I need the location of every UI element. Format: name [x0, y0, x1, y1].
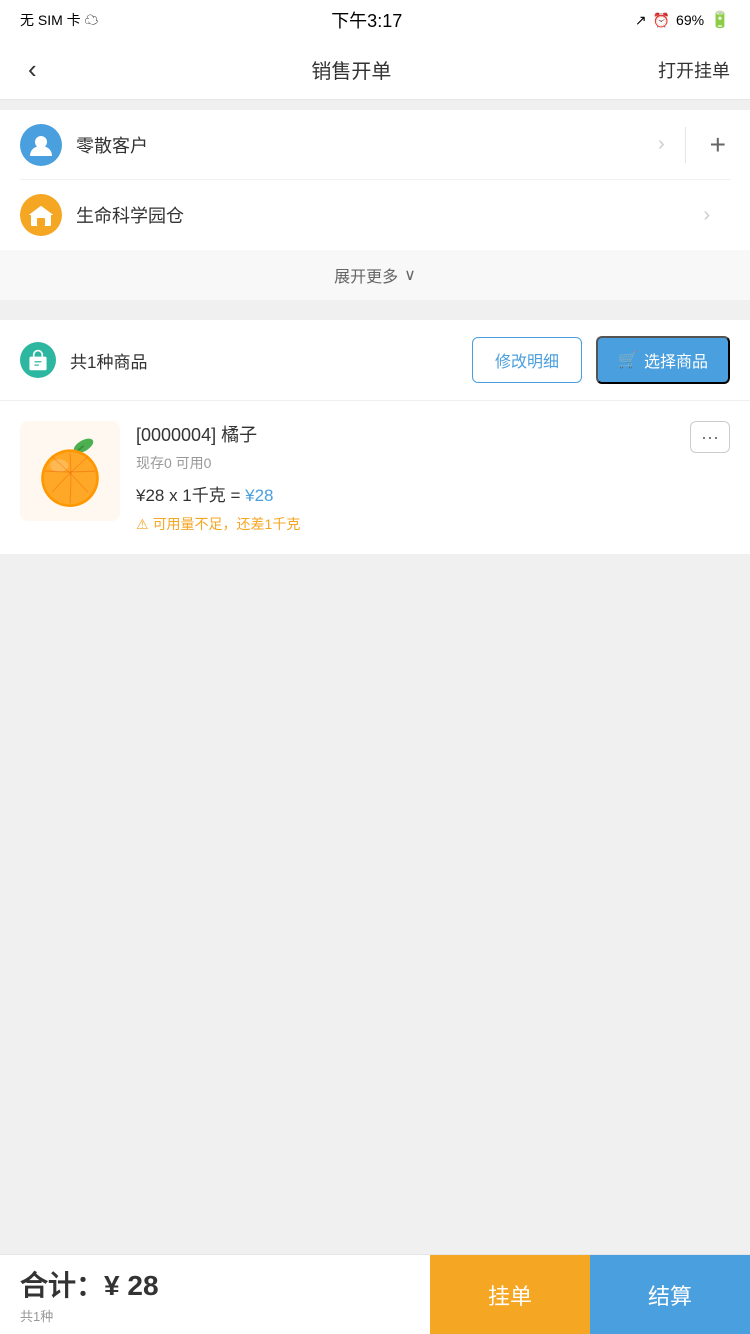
total-value: ¥ 28	[104, 1270, 159, 1301]
bottom-spacer	[0, 954, 750, 1034]
hang-order-button[interactable]: 挂单	[430, 1255, 590, 1334]
customer-row[interactable]: 零散客户 › +	[20, 110, 730, 180]
bottom-bar: 合计：¥ 28 共1种 挂单 结算	[0, 1254, 750, 1334]
select-product-label: 选择商品	[644, 348, 708, 372]
expand-more-icon: ∨	[404, 265, 416, 285]
status-bar: 无 SIM 卡 ☁ 下午3:17 ↗ ⏰ 69% 🔋	[0, 0, 750, 40]
product-info: [0000004] 橘子 现存0 可用0 ¥28 x 1千克 = ¥28 ⚠ 可…	[136, 421, 674, 534]
warehouse-row[interactable]: 生命科学园仓 ›	[20, 180, 730, 250]
product-warning: ⚠ 可用量不足，还差1千克	[136, 514, 674, 534]
total-section: 合计：¥ 28 共1种	[0, 1264, 430, 1325]
customer-avatar-icon	[28, 132, 54, 158]
modify-detail-button[interactable]: 修改明细	[472, 337, 582, 383]
alarm-icon: ⏰	[653, 12, 670, 29]
total-label: 合计：	[20, 1270, 104, 1301]
warehouse-icon	[20, 194, 62, 236]
page-title: 销售开单	[311, 55, 391, 84]
product-price: ¥28 x 1千克 = ¥28	[136, 481, 674, 506]
customer-section: 零散客户 › +	[0, 110, 750, 180]
battery-text: 69%	[676, 12, 704, 28]
warning-text: 可用量不足，还差1千克	[153, 514, 301, 534]
expand-more-button[interactable]: 展开更多 ∨	[0, 250, 750, 300]
battery-icon: 🔋	[710, 10, 730, 30]
product-count-icon	[20, 342, 56, 378]
select-product-button[interactable]: 🛒 选择商品	[596, 336, 730, 384]
no-sim-text: 无 SIM 卡 ☁	[20, 10, 99, 30]
more-options-button[interactable]: ···	[690, 421, 730, 453]
warehouse-section: 生命科学园仓 ›	[0, 180, 750, 250]
warehouse-chevron-icon: ›	[703, 204, 710, 227]
expand-more-label: 展开更多	[334, 263, 398, 287]
warehouse-name: 生命科学园仓	[76, 202, 703, 228]
customer-name: 零散客户	[76, 132, 658, 158]
warehouse-building-icon	[28, 202, 54, 228]
product-stock: 现存0 可用0	[136, 453, 674, 473]
product-image	[20, 421, 120, 521]
status-left: 无 SIM 卡 ☁	[20, 10, 99, 30]
middle-divider	[0, 300, 750, 310]
location-icon: ↗	[635, 12, 647, 29]
add-customer-button[interactable]: +	[706, 129, 730, 161]
nav-bar: ‹ 销售开单 打开挂单	[0, 40, 750, 100]
top-divider	[0, 100, 750, 110]
price-formula: ¥28 x 1千克 =	[136, 486, 245, 505]
status-right: ↗ ⏰ 69% 🔋	[635, 10, 730, 30]
product-count-text: 共1种商品	[70, 348, 458, 373]
product-item: [0000004] 橘子 现存0 可用0 ¥28 x 1千克 = ¥28 ⚠ 可…	[0, 401, 750, 554]
shopping-bag-icon	[26, 348, 50, 372]
empty-area	[0, 554, 750, 954]
back-button[interactable]: ‹	[20, 46, 45, 93]
vertical-separator	[685, 127, 686, 163]
product-section: 共1种商品 修改明细 🛒 选择商品	[0, 320, 750, 554]
cart-icon: 🛒	[618, 350, 638, 370]
product-name: [0000004] 橘子	[136, 421, 674, 447]
customer-chevron-icon: ›	[658, 133, 665, 156]
product-code: [0000004]	[136, 425, 216, 445]
total-count: 共1种	[20, 1306, 410, 1325]
open-hang-button[interactable]: 打开挂单	[658, 57, 730, 83]
checkout-button[interactable]: 结算	[590, 1255, 750, 1334]
product-title: 橘子	[221, 425, 257, 445]
orange-image	[25, 426, 115, 516]
total-amount: 合计：¥ 28	[20, 1264, 410, 1304]
customer-avatar	[20, 124, 62, 166]
product-header: 共1种商品 修改明细 🛒 选择商品	[0, 320, 750, 401]
status-time: 下午3:17	[331, 7, 402, 33]
total-price: ¥28	[245, 486, 273, 505]
warning-icon: ⚠	[136, 516, 149, 533]
